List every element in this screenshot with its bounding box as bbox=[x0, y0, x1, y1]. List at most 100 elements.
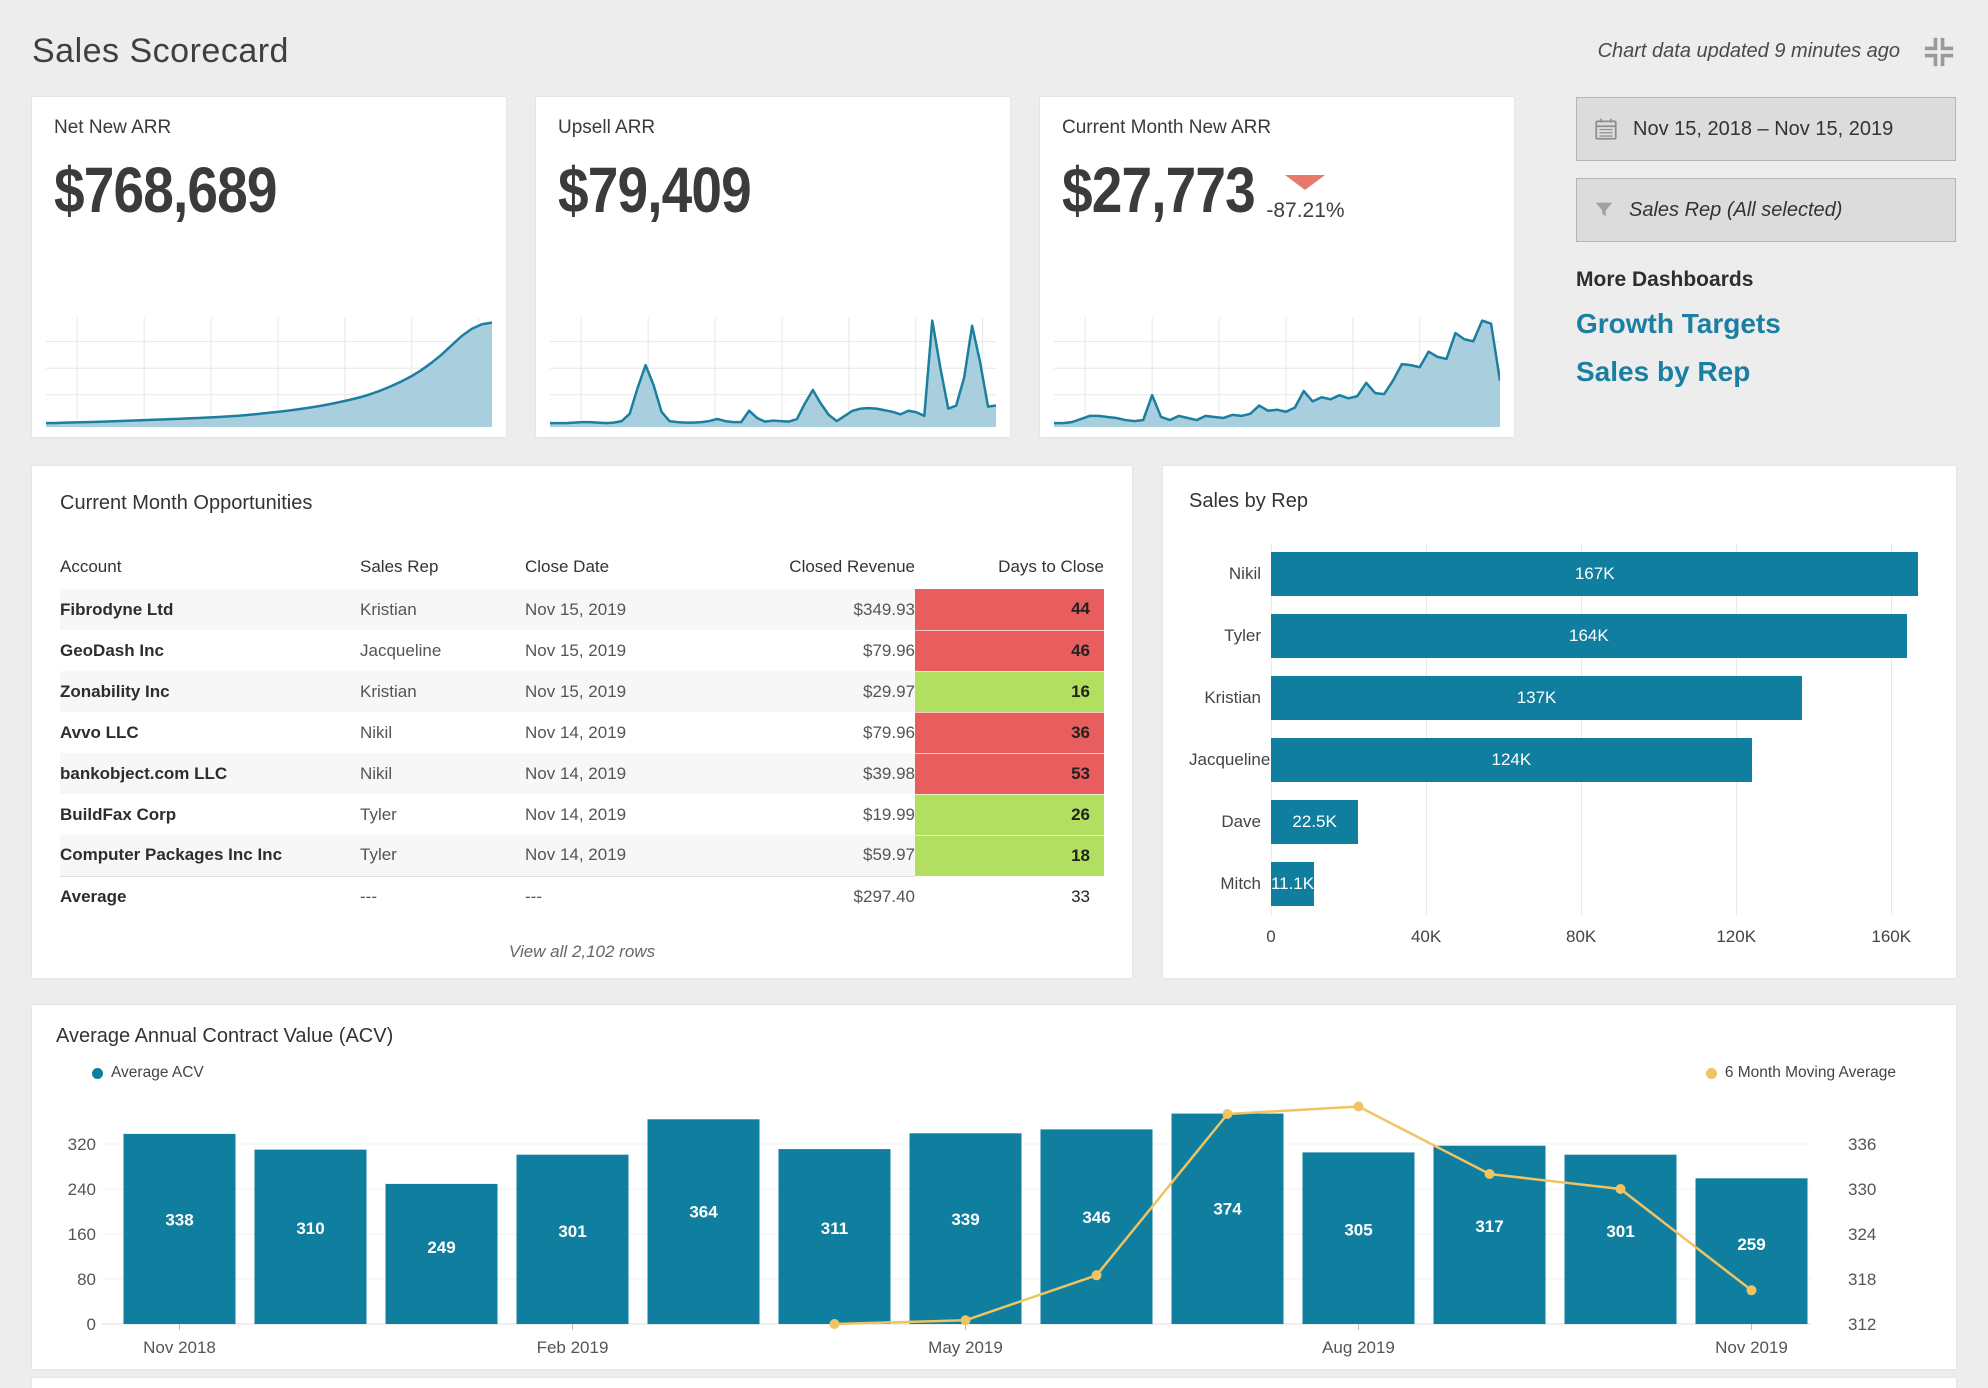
kpi-value: $27,773 bbox=[1062, 154, 1256, 226]
link-growth-targets[interactable]: Growth Targets bbox=[1576, 308, 1956, 340]
triangle-down-icon bbox=[1285, 175, 1326, 190]
rep-label: Dave bbox=[1221, 812, 1261, 831]
rep-bar[interactable]: 137K bbox=[1271, 676, 1803, 720]
bar-value-label: 11.1K bbox=[1270, 874, 1315, 893]
acv-legend: Average ACV 6 Month Moving Average bbox=[56, 1064, 1932, 1082]
days-to-close-cell: 26 bbox=[915, 794, 1104, 836]
svg-text:240: 240 bbox=[68, 1180, 96, 1199]
days-to-close-cell: 44 bbox=[915, 589, 1104, 631]
rep-bar[interactable]: 22.5K bbox=[1271, 800, 1359, 844]
kpi-card-net-new-arr: Net New ARR $768,689 bbox=[32, 97, 506, 437]
account-cell: BuildFax Corp bbox=[60, 804, 177, 824]
svg-text:364: 364 bbox=[689, 1202, 718, 1221]
net-new-arr-sparkline[interactable] bbox=[46, 315, 492, 427]
acv-title: Average Annual Contract Value (ACV) bbox=[56, 1025, 394, 1047]
date-range-value: Nov 15, 2018 – Nov 15, 2019 bbox=[1633, 117, 1894, 140]
svg-text:310: 310 bbox=[296, 1219, 324, 1238]
closed-revenue-cell: $29.97 bbox=[710, 671, 915, 712]
days-to-close-cell: 16 bbox=[915, 671, 1104, 713]
rep-bar[interactable]: 11.1K bbox=[1271, 862, 1314, 906]
rep-bar[interactable]: 124K bbox=[1271, 738, 1752, 782]
account-cell: bankobject.com LLC bbox=[60, 753, 360, 794]
acv-combo-chart[interactable]: 0 80 160 240 320 312 318 324 330 336 338 310 249 301 3… bbox=[56, 1088, 1932, 1364]
legend-moving-average: 6 Month Moving Average bbox=[1705, 1064, 1896, 1082]
days-to-close-cell: 33 bbox=[915, 875, 1104, 918]
col-close-date: Close Date bbox=[525, 557, 610, 576]
closed-revenue-cell: $59.97 bbox=[710, 835, 915, 876]
yellow-dot-icon bbox=[1705, 1067, 1717, 1079]
sales-rep-filter-button[interactable]: Sales Rep (All selected) bbox=[1576, 178, 1956, 242]
moving-average-point bbox=[1615, 1184, 1626, 1194]
kpi-label: Current Month New ARR bbox=[1062, 117, 1272, 138]
rep-bar[interactable]: 164K bbox=[1271, 614, 1907, 658]
moving-average-point bbox=[1222, 1109, 1233, 1119]
col-closed-revenue: Closed Revenue bbox=[789, 557, 915, 576]
close-date-cell: Nov 15, 2019 bbox=[525, 640, 627, 660]
bar-value-label: 137K bbox=[1516, 688, 1557, 707]
bar-row: 11.1K bbox=[1271, 853, 1930, 915]
last-updated-text: Chart data updated 9 minutes ago bbox=[1597, 40, 1900, 62]
x-axis-tick: 160K bbox=[1871, 927, 1912, 946]
closed-revenue-cell: $39.98 bbox=[710, 753, 915, 794]
col-account: Account bbox=[60, 557, 122, 576]
svg-text:Aug 2019: Aug 2019 bbox=[1322, 1338, 1395, 1357]
svg-text:160: 160 bbox=[68, 1225, 96, 1244]
svg-text:Feb 2019: Feb 2019 bbox=[537, 1338, 609, 1357]
kpi-value: $79,409 bbox=[558, 154, 752, 226]
account-cell: Avvo LLC bbox=[60, 722, 139, 742]
dashboard-page: Sales Scorecard Chart data updated 9 min… bbox=[0, 0, 1988, 1388]
bar-row: 124K bbox=[1271, 729, 1930, 791]
closed-revenue-cell: $79.96 bbox=[863, 722, 915, 742]
days-to-close-cell: 36 bbox=[915, 712, 1104, 754]
view-all-link[interactable]: View all 2,102 rows bbox=[60, 942, 1104, 962]
closed-revenue-cell: $297.40 bbox=[710, 875, 915, 917]
header: Sales Scorecard Chart data updated 9 min… bbox=[32, 0, 1956, 97]
moving-average-point bbox=[1484, 1169, 1495, 1179]
days-to-close-cell: 53 bbox=[915, 753, 1104, 795]
current-month-new-arr-sparkline[interactable] bbox=[1054, 315, 1500, 427]
close-date-cell: Nov 15, 2019 bbox=[525, 589, 710, 630]
more-dashboards-heading: More Dashboards bbox=[1576, 268, 1754, 291]
bar-row: 137K bbox=[1271, 667, 1930, 729]
moving-average-point bbox=[960, 1315, 971, 1326]
bar-value-label: 22.5K bbox=[1292, 812, 1337, 831]
kpi-value: $768,689 bbox=[54, 154, 278, 226]
svg-text:324: 324 bbox=[1848, 1225, 1876, 1244]
sales-by-rep-card: Sales by Rep Nikil Tyler Kristian Jacquelin… bbox=[1163, 466, 1956, 978]
account-cell: GeoDash Inc bbox=[60, 640, 164, 660]
kpi-card-upsell-arr: Upsell ARR $79,409 bbox=[536, 97, 1010, 437]
collapse-icon[interactable] bbox=[1922, 35, 1956, 69]
upsell-arr-sparkline[interactable] bbox=[550, 315, 996, 427]
link-sales-by-rep[interactable]: Sales by Rep bbox=[1576, 356, 1956, 388]
moving-average-point bbox=[1746, 1285, 1757, 1296]
svg-text:80: 80 bbox=[77, 1270, 96, 1289]
col-sales-rep: Sales Rep bbox=[360, 557, 439, 576]
bar-row: 167K bbox=[1271, 543, 1930, 605]
filter-value: Sales Rep (All selected) bbox=[1629, 198, 1843, 221]
kpi-change-indicator: -87.21% bbox=[1266, 175, 1345, 227]
acv-card: Average Annual Contract Value (ACV) Aver… bbox=[32, 1005, 1956, 1369]
svg-text:318: 318 bbox=[1848, 1270, 1876, 1289]
opportunities-card: Current Month Opportunities Account Sale… bbox=[32, 466, 1132, 978]
rep-bar[interactable]: 167K bbox=[1271, 552, 1919, 596]
sales-rep-cell: Tyler bbox=[360, 804, 397, 824]
svg-text:305: 305 bbox=[1344, 1221, 1372, 1240]
svg-text:374: 374 bbox=[1213, 1199, 1242, 1218]
bar-value-label: 164K bbox=[1569, 626, 1609, 645]
date-range-button[interactable]: Nov 15, 2018 – Nov 15, 2019 bbox=[1576, 97, 1956, 161]
rep-label: Tyler bbox=[1224, 626, 1261, 645]
x-axis-tick: 120K bbox=[1716, 927, 1757, 946]
sales-rep-cell: Kristian bbox=[360, 589, 525, 630]
svg-text:249: 249 bbox=[427, 1238, 455, 1257]
kpi-card-current-month-new-arr: Current Month New ARR $27,773 -87.21% bbox=[1040, 97, 1514, 437]
sales-rep-cell: Nikil bbox=[360, 722, 393, 742]
svg-text:Nov 2018: Nov 2018 bbox=[143, 1338, 216, 1357]
closed-revenue-cell: $19.99 bbox=[863, 804, 915, 824]
rep-label: Nikil bbox=[1228, 564, 1261, 583]
kpi-label: Net New ARR bbox=[54, 117, 172, 138]
account-cell: Fibrodyne Ltd bbox=[60, 589, 360, 630]
sales-by-rep-chart: Nikil Tyler Kristian Jacqueline Dave Mitch 16… bbox=[1189, 543, 1930, 949]
funnel-icon bbox=[1593, 199, 1615, 221]
acv-bar bbox=[1171, 1113, 1284, 1324]
close-date-cell: Nov 14, 2019 bbox=[525, 722, 627, 742]
